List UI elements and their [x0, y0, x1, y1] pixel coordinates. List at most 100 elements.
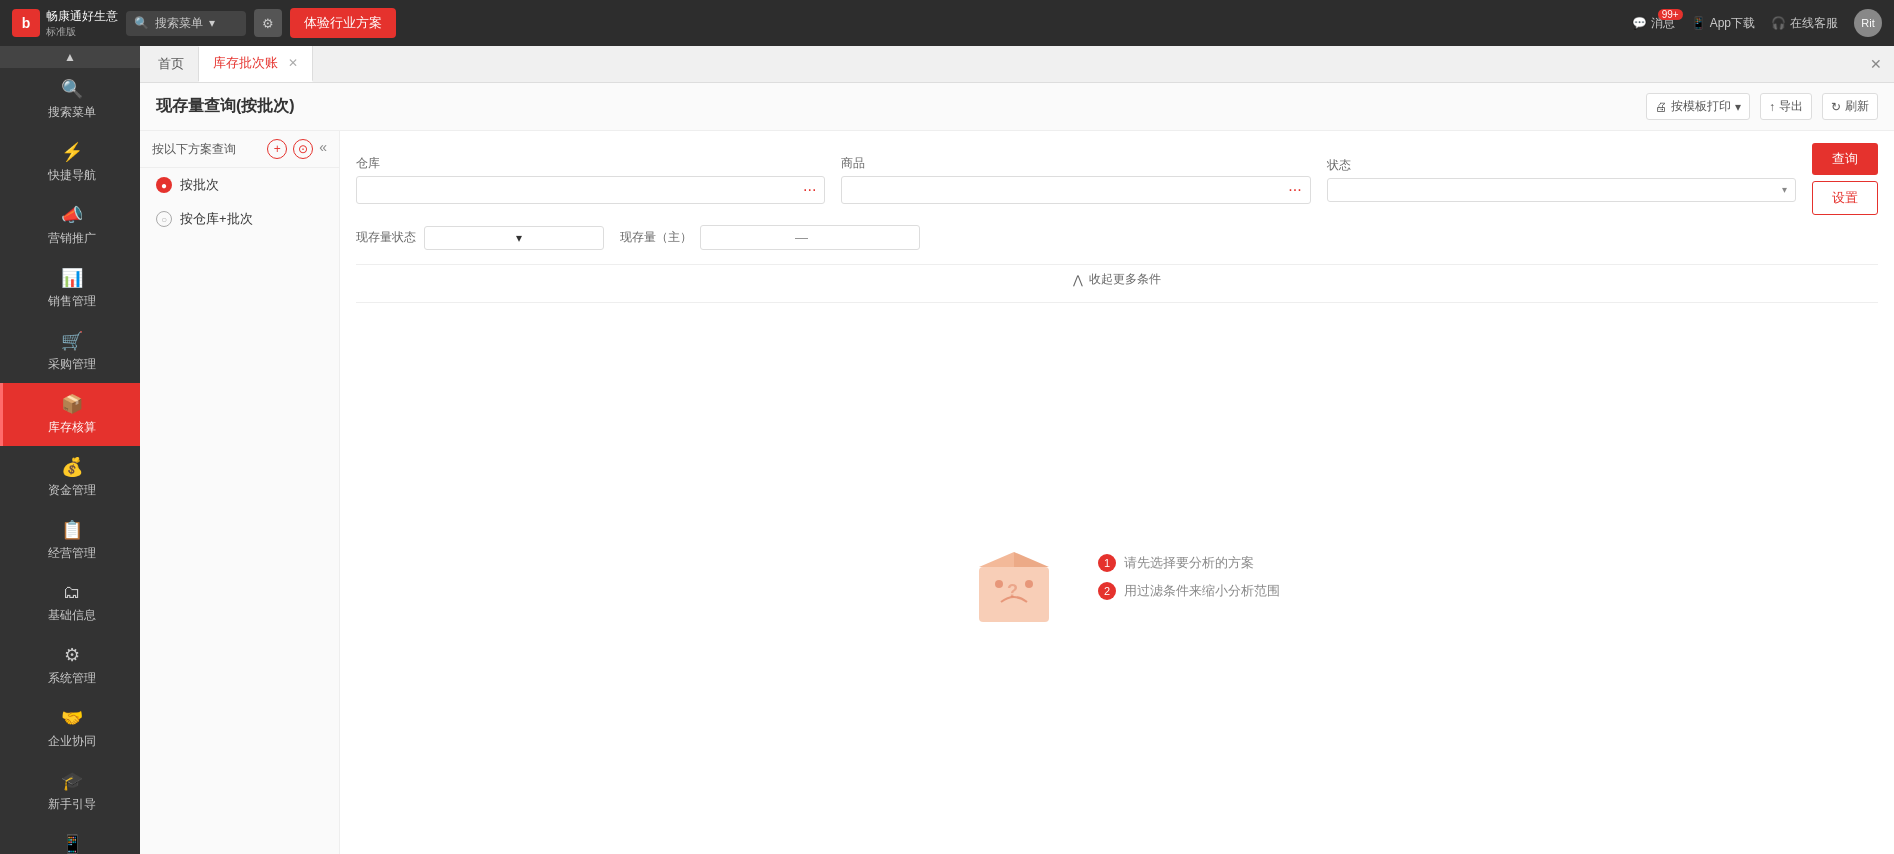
- status-filter-group: 状态 ▾: [1327, 157, 1796, 202]
- sidebar-item-quick-nav[interactable]: ⚡ 快捷导航: [0, 131, 140, 194]
- finance-icon: 💰: [61, 456, 83, 478]
- warehouse-input[interactable]: [365, 183, 799, 197]
- sidebar-label-sales: 销售管理: [48, 293, 96, 310]
- status-dropdown-icon[interactable]: ▾: [1782, 184, 1787, 195]
- print-label: 按模板打印: [1671, 98, 1731, 115]
- search-dropdown-icon: ▾: [209, 16, 215, 30]
- app-download-button[interactable]: 📱 App下载: [1691, 15, 1755, 32]
- sidebar-item-marketing[interactable]: 📣 营销推广: [0, 194, 140, 257]
- sidebar-scroll-up[interactable]: ▲: [0, 46, 140, 68]
- empty-illustration: ?: [954, 517, 1074, 637]
- page-header: 现存量查询(按批次) 🖨 按模板打印 ▾ ↑ 导出 ↻ 刷新: [140, 83, 1894, 131]
- goods-dots[interactable]: ···: [1288, 181, 1301, 199]
- sales-icon: 📊: [61, 267, 83, 289]
- quick-nav-icon: ⚡: [61, 141, 83, 163]
- tab-inventory-batch[interactable]: 库存批次账 ✕: [199, 46, 313, 82]
- app-version: 标准版: [46, 25, 118, 39]
- message-button[interactable]: 💬 消息 99+: [1632, 15, 1675, 32]
- print-dropdown-icon: ▾: [1735, 100, 1741, 114]
- enterprise-icon: 🤝: [61, 707, 83, 729]
- empty-svg: ?: [959, 522, 1069, 632]
- sidebar-item-guide[interactable]: 🎓 新手引导: [0, 760, 140, 823]
- phone-icon: 📱: [1691, 16, 1706, 30]
- sidebar-label-operation: 经营管理: [48, 545, 96, 562]
- filter-item-by-batch[interactable]: ● 按批次: [140, 168, 339, 202]
- goods-input-wrapper[interactable]: ···: [841, 176, 1310, 204]
- gear-icon: ⚙: [262, 16, 274, 31]
- svg-point-3: [995, 580, 1003, 588]
- sidebar-item-sales[interactable]: 📊 销售管理: [0, 257, 140, 320]
- query-button[interactable]: 查询: [1812, 143, 1878, 175]
- settings-gear-button[interactable]: ⚙: [254, 9, 282, 37]
- sidebar-item-enterprise[interactable]: 🤝 企业协同: [0, 697, 140, 760]
- empty-state: ? 1 请先选择要分析的方案 2 用过滤条件来缩小分析范围: [356, 311, 1878, 842]
- warehouse-label: 仓库: [356, 155, 825, 172]
- sidebar-item-inventory[interactable]: 📦 库存核算: [0, 383, 140, 446]
- menu-search-bar[interactable]: 🔍 搜索菜单 ▾: [126, 11, 246, 36]
- warehouse-input-wrapper[interactable]: ···: [356, 176, 825, 204]
- stock-main-min-input[interactable]: [709, 231, 789, 245]
- sidebar-label-quick-nav: 快捷导航: [48, 167, 96, 184]
- trial-button[interactable]: 体验行业方案: [290, 8, 396, 38]
- filter-row-1: 仓库 ··· 商品 ···: [356, 143, 1878, 215]
- sidebar-item-system[interactable]: ⚙ 系统管理: [0, 634, 140, 697]
- refresh-button[interactable]: ↻ 刷新: [1822, 93, 1878, 120]
- filter-row-2: 现存量状态 ▾ 现存量（主） —: [356, 225, 1878, 250]
- collapse-filter-button[interactable]: «: [319, 139, 327, 159]
- warehouse-dots[interactable]: ···: [803, 181, 816, 199]
- operation-icon: 📋: [61, 519, 83, 541]
- svg-point-4: [1025, 580, 1033, 588]
- tab-home[interactable]: 首页: [144, 47, 199, 81]
- settings-button[interactable]: 设置: [1812, 181, 1878, 215]
- stock-main-max-input[interactable]: [814, 231, 894, 245]
- avatar: Rit: [1854, 9, 1882, 37]
- sidebar-label-finance: 资金管理: [48, 482, 96, 499]
- filter-header-icons: + ⊙ «: [267, 139, 327, 159]
- goods-filter-group: 商品 ···: [841, 155, 1310, 204]
- export-icon: ↑: [1769, 100, 1775, 114]
- export-button[interactable]: ↑ 导出: [1760, 93, 1812, 120]
- filter-header-label: 按以下方案查询: [152, 141, 236, 158]
- sidebar-label-marketing: 营销推广: [48, 230, 96, 247]
- sidebar-label-system: 系统管理: [48, 670, 96, 687]
- page-actions: 🖨 按模板打印 ▾ ↑ 导出 ↻ 刷新: [1646, 93, 1878, 120]
- search-bar-label: 搜索菜单: [155, 15, 203, 32]
- stock-main-label: 现存量（主）: [620, 229, 692, 246]
- settings-scheme-button[interactable]: ⊙: [293, 139, 313, 159]
- goods-input[interactable]: [850, 183, 1284, 197]
- headset-icon: 🎧: [1771, 16, 1786, 30]
- content-area: 首页 库存批次账 ✕ ✕ 现存量查询(按批次) 🖨 按模板打印 ▾: [140, 46, 1894, 854]
- user-profile-button[interactable]: Rit: [1854, 9, 1882, 37]
- refresh-label: 刷新: [1845, 98, 1869, 115]
- filter-item-by-warehouse-batch[interactable]: ○ 按仓库+批次: [140, 202, 339, 236]
- collapse-icon: ⋀: [1073, 273, 1083, 287]
- sidebar-item-finance[interactable]: 💰 资金管理: [0, 446, 140, 509]
- tab-close-icon[interactable]: ✕: [288, 56, 298, 70]
- print-icon: 🖨: [1655, 100, 1667, 114]
- hint-1-text: 请先选择要分析的方案: [1124, 554, 1254, 572]
- apps-icon: 📱: [61, 833, 83, 854]
- logo-text-area: 畅康通好生意 标准版: [46, 8, 118, 39]
- svg-text:?: ?: [1007, 581, 1018, 601]
- sidebar-label-inventory: 库存核算: [48, 419, 96, 436]
- collapse-more-button[interactable]: ⋀ 收起更多条件: [356, 264, 1878, 294]
- status-input[interactable]: [1336, 183, 1778, 197]
- marketing-icon: 📣: [61, 204, 83, 226]
- sidebar-item-apps[interactable]: 📱 应用中心: [0, 823, 140, 854]
- sidebar-label-purchase: 采购管理: [48, 356, 96, 373]
- stock-status-label: 现存量状态: [356, 229, 416, 246]
- sidebar-item-operation[interactable]: 📋 经营管理: [0, 509, 140, 572]
- sidebar-item-basic[interactable]: 🗂 基础信息: [0, 572, 140, 634]
- sidebar-label-guide: 新手引导: [48, 796, 96, 813]
- close-panel-button[interactable]: ✕: [1858, 48, 1894, 80]
- stock-status-select[interactable]: ▾: [424, 226, 604, 250]
- filter-active-dot: ●: [156, 177, 172, 193]
- warehouse-filter-group: 仓库 ···: [356, 155, 825, 204]
- sidebar-item-purchase[interactable]: 🛒 采购管理: [0, 320, 140, 383]
- online-service-button[interactable]: 🎧 在线客服: [1771, 15, 1838, 32]
- tab-home-label: 首页: [158, 55, 184, 73]
- print-button[interactable]: 🖨 按模板打印 ▾: [1646, 93, 1750, 120]
- status-input-wrapper[interactable]: ▾: [1327, 178, 1796, 202]
- sidebar-item-search[interactable]: 🔍 搜索菜单: [0, 68, 140, 131]
- add-scheme-button[interactable]: +: [267, 139, 287, 159]
